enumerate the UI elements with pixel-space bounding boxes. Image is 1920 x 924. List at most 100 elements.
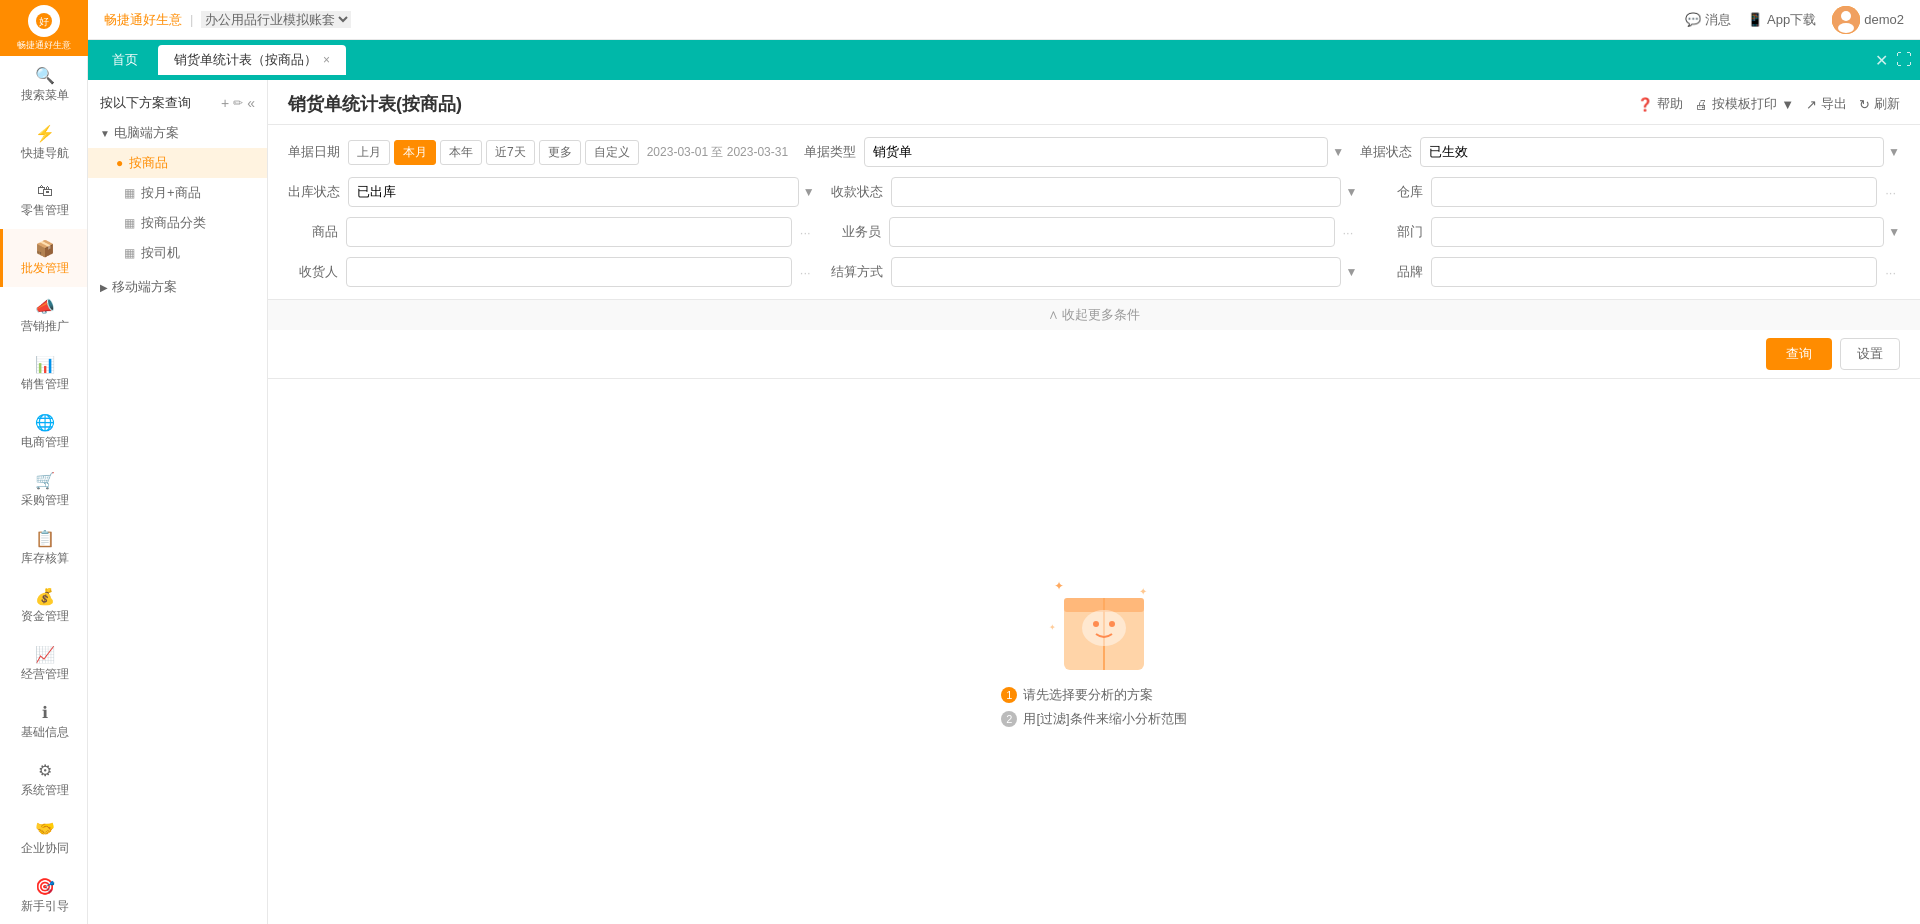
filter-dept-item: 部门 ▼ [1373,217,1900,247]
close-tab-btn[interactable]: ✕ [1875,51,1888,70]
username-label: demo2 [1864,12,1904,27]
mobile-section-header[interactable]: ▶ 移动端方案 [88,272,267,302]
sidebar-item-label: 库存核算 [21,550,69,567]
payment-status-dropdown-arrow[interactable]: ▼ [1345,185,1357,199]
sidebar-item-finance[interactable]: 💰 资金管理 [0,577,87,635]
out-status-input[interactable] [348,177,799,207]
salesperson-input[interactable] [889,217,1335,247]
filter-row-3: 商品 ··· 业务员 ··· [288,217,1900,247]
brand-input[interactable] [1431,257,1877,287]
sidebar-item-wholesale[interactable]: 📦 批发管理 [0,229,87,287]
dept-dropdown-arrow[interactable]: ▼ [1888,225,1900,239]
tab-home[interactable]: 首页 [96,45,154,75]
doc-type-dropdown-arrow[interactable]: ▼ [1332,145,1344,159]
tab-close-btn[interactable]: × [323,53,330,67]
by-month-icon: ▦ [124,186,135,200]
template-print-btn[interactable]: 🖨 按模板打印 ▼ [1695,95,1794,113]
sidebar-item-basic-info[interactable]: ℹ 基础信息 [0,693,87,751]
date-btn-more[interactable]: 更多 [539,140,581,165]
date-filter-control: 上月 本月 本年 近7天 更多 自定义 2023-03-01 至 2023-03… [348,140,788,165]
separator: | [190,12,193,27]
payment-status-input[interactable] [891,177,1342,207]
panel-item-by-product[interactable]: ● 按商品 [88,148,267,178]
tab-sales-stats[interactable]: 销货单统计表（按商品） × [158,45,346,75]
doc-type-input[interactable] [864,137,1328,167]
by-month-product-label: 按月+商品 [141,184,201,202]
account-dropdown[interactable]: 办公用品行业模拟账套 [201,11,351,28]
date-btn-last-month[interactable]: 上月 [348,140,390,165]
sidebar-item-search[interactable]: 🔍 搜索菜单 [0,56,87,114]
sidebar-item-purchase[interactable]: 🛒 采购管理 [0,461,87,519]
payment-method-dropdown-arrow[interactable]: ▼ [1345,265,1357,279]
panel-section-mobile: ▶ 移动端方案 [88,272,267,302]
refresh-btn[interactable]: ↻ 刷新 [1859,95,1900,113]
sidebar-item-inventory[interactable]: 📋 库存核算 [0,519,87,577]
sidebar-item-retail[interactable]: 🛍 零售管理 [0,172,87,229]
help-icon: ❓ [1637,97,1653,112]
filter-date-item: 单据日期 上月 本月 本年 近7天 更多 自定义 2023-03-01 至 20… [288,140,788,165]
date-btn-7days[interactable]: 近7天 [486,140,535,165]
left-panel-title: 按以下方案查询 [100,94,191,112]
sidebar-item-label: 经营管理 [21,666,69,683]
date-btn-this-month[interactable]: 本月 [394,140,436,165]
edit-scheme-btn[interactable]: ✏ [233,96,243,110]
sidebar-item-marketing[interactable]: 📣 营销推广 [0,287,87,345]
panel-item-by-product-category[interactable]: ▦ 按商品分类 [88,208,267,238]
expand-tab-btn[interactable]: ⛶ [1896,51,1912,69]
panel-section-pc: ▼ 电脑端方案 ● 按商品 ▦ 按月+商品 ▦ 按商品分类 ▦ 按司机 [88,118,267,268]
hint-text-2: 用[过滤]条件来缩小分析范围 [1023,710,1186,728]
sidebar-item-ecommerce[interactable]: 🌐 电商管理 [0,403,87,461]
sidebar-item-sales-mgmt[interactable]: 📊 销售管理 [0,345,87,403]
collapse-filters-btn[interactable]: ∧ 收起更多条件 [268,299,1920,330]
left-panel-header-actions: + ✏ « [221,95,255,111]
sidebar-item-system[interactable]: ⚙ 系统管理 [0,751,87,809]
hint-text-1: 请先选择要分析的方案 [1023,686,1153,704]
sidebar-item-enterprise[interactable]: 🤝 企业协同 [0,809,87,867]
product-input[interactable] [346,217,792,247]
dept-input[interactable] [1431,217,1884,247]
settings-btn[interactable]: 设置 [1840,338,1900,370]
help-btn[interactable]: ❓ 帮助 [1637,95,1683,113]
sidebar-item-quick-nav[interactable]: ⚡ 快捷导航 [0,114,87,172]
sidebar-item-label: 系统管理 [21,782,69,799]
sidebar-logo: 好 畅捷通好生意 [0,0,88,56]
warehouse-more-btn[interactable]: ··· [1881,185,1900,200]
salesperson-more-btn[interactable]: ··· [1339,225,1358,240]
sidebar-item-label: 基础信息 [21,724,69,741]
by-product-category-label: 按商品分类 [141,214,206,232]
recipient-input[interactable] [346,257,792,287]
print-arrow-icon: ▼ [1781,97,1794,112]
product-more-btn[interactable]: ··· [796,225,815,240]
warehouse-input[interactable] [1431,177,1877,207]
out-status-dropdown-arrow[interactable]: ▼ [803,185,815,199]
out-status-control: ▼ [348,177,815,207]
date-range-display: 2023-03-01 至 2023-03-31 [647,144,788,161]
recipient-more-btn[interactable]: ··· [796,265,815,280]
pc-section-header[interactable]: ▼ 电脑端方案 [88,118,267,148]
system-icon: ⚙ [38,761,52,780]
collapse-panel-btn[interactable]: « [247,95,255,111]
message-label: 消息 [1705,11,1731,29]
message-btn[interactable]: 💬 消息 [1685,11,1731,29]
brand-more-btn[interactable]: ··· [1881,265,1900,280]
app-download-btn[interactable]: 📱 App下载 [1747,11,1816,29]
user-menu[interactable]: demo2 [1832,6,1904,34]
date-btn-this-year[interactable]: 本年 [440,140,482,165]
date-btn-custom[interactable]: 自定义 [585,140,639,165]
operations-icon: 📈 [35,645,55,664]
sidebar-item-label: 快捷导航 [21,145,69,162]
add-scheme-btn[interactable]: + [221,95,229,111]
sidebar-item-label: 资金管理 [21,608,69,625]
query-btn[interactable]: 查询 [1766,338,1832,370]
doc-status-input[interactable] [1420,137,1884,167]
panel-item-by-printer[interactable]: ▦ 按司机 [88,238,267,268]
by-product-icon: ● [116,156,123,170]
topbar: 畅捷通好生意 | 办公用品行业模拟账套 💬 消息 📱 App下载 demo2 [88,0,1920,40]
svg-point-4 [1838,23,1854,33]
panel-item-by-month-product[interactable]: ▦ 按月+商品 [88,178,267,208]
sidebar-item-new-guide[interactable]: 🎯 新手引导 [0,867,87,924]
export-btn[interactable]: ↗ 导出 [1806,95,1847,113]
payment-method-input[interactable] [891,257,1342,287]
sidebar-item-operations[interactable]: 📈 经营管理 [0,635,87,693]
doc-status-dropdown-arrow[interactable]: ▼ [1888,145,1900,159]
